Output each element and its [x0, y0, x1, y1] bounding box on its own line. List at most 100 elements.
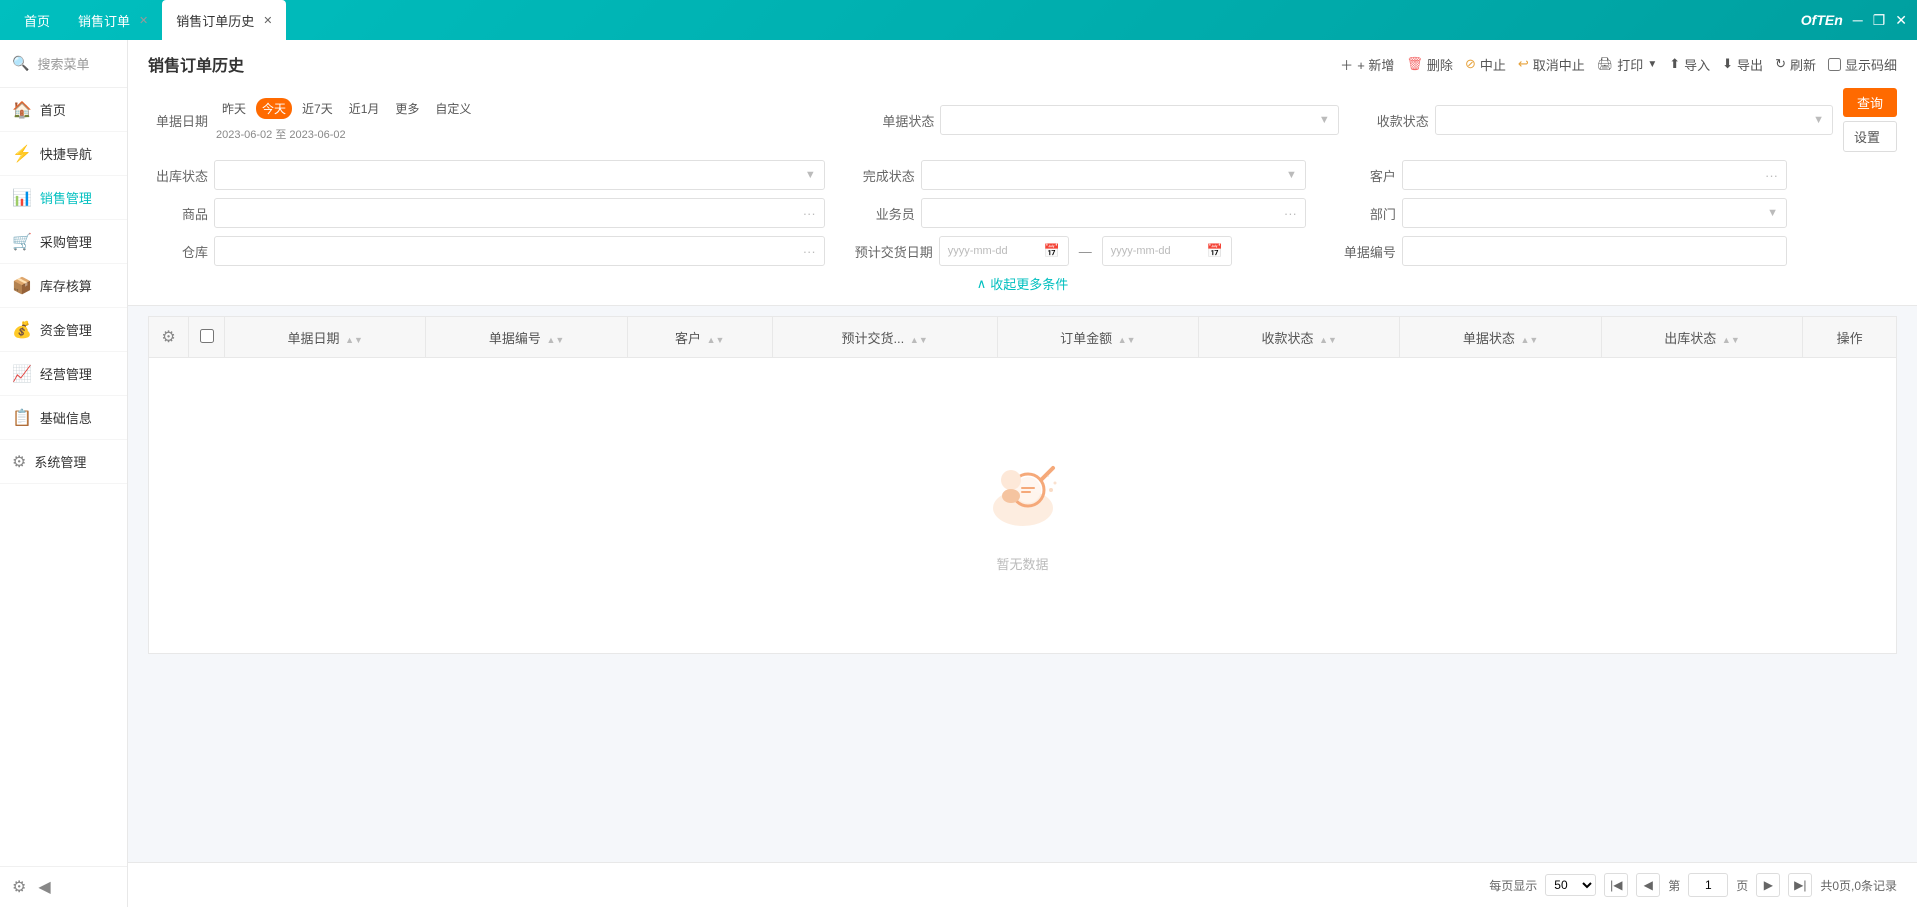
sidebar-item-sales[interactable]: 📊 销售管理	[0, 176, 127, 220]
th-checkbox[interactable]	[189, 317, 225, 358]
date-tab-more[interactable]: 更多	[389, 98, 425, 119]
th-delivery-date[interactable]: 预计交货... ▲▼	[772, 317, 997, 358]
first-page-btn[interactable]: |◀	[1604, 873, 1628, 897]
warehouse-select[interactable]: ···	[214, 236, 825, 266]
customer-select[interactable]: ···	[1402, 160, 1787, 190]
tab-home[interactable]: 首页	[10, 0, 64, 40]
sales-icon: 📊	[12, 188, 32, 208]
display-cols-toggle[interactable]: 显示码细	[1828, 55, 1897, 74]
sidebar: 🔍 搜索菜单 🏠 首页 ⚡ 快捷导航 📊 销售管理 🛒 采购管理 📦 库存核算 …	[0, 40, 128, 907]
tab-sales-order-close[interactable]: ✕	[139, 14, 148, 27]
th-bill-no[interactable]: 单据编号 ▲▼	[426, 317, 627, 358]
settings-filter-btn[interactable]: 设置	[1843, 121, 1897, 152]
cancel-stop-btn[interactable]: ↩ 取消中止	[1518, 55, 1585, 74]
last-page-btn[interactable]: ▶|	[1788, 873, 1812, 897]
import-btn[interactable]: ⬆ 导入	[1669, 55, 1710, 74]
finance-icon: 💰	[12, 320, 32, 340]
print-arrow-icon: ▼	[1647, 59, 1657, 70]
bill-no-input[interactable]	[1402, 236, 1787, 266]
sort-out-status-icon[interactable]: ▲▼	[1722, 335, 1740, 345]
th-out-status[interactable]: 出库状态 ▲▼	[1601, 317, 1802, 358]
tab-sales-order-history[interactable]: 销售订单历史 ✕	[162, 0, 286, 40]
date-tab-yesterday[interactable]: 昨天	[216, 98, 252, 119]
query-btn[interactable]: 查询	[1843, 88, 1897, 117]
sidebar-item-purchase[interactable]: 🛒 采购管理	[0, 220, 127, 264]
restore-btn[interactable]: ❐	[1873, 12, 1886, 29]
sidebar-item-system[interactable]: ⚙ 系统管理	[0, 440, 127, 484]
stop-icon: ⊘	[1465, 56, 1476, 72]
collapse-sidebar-icon[interactable]: ◀	[38, 877, 50, 897]
settings-bottom-icon[interactable]: ⚙	[12, 877, 26, 897]
th-bill-status[interactable]: 单据状态 ▲▼	[1400, 317, 1601, 358]
date-tabs: 昨天 今天 近7天 近1月 更多 自定义	[216, 98, 477, 119]
sidebar-bottom: ⚙ ◀	[0, 866, 127, 907]
sort-payment-status-icon[interactable]: ▲▼	[1319, 335, 1337, 345]
date-tab-custom[interactable]: 自定义	[429, 98, 477, 119]
sidebar-item-inventory[interactable]: 📦 库存核算	[0, 264, 127, 308]
next-page-btn[interactable]: ▶	[1756, 873, 1780, 897]
sidebar-item-operations[interactable]: 📈 经营管理	[0, 352, 127, 396]
sidebar-search[interactable]: 🔍 搜索菜单	[0, 40, 127, 88]
sidebar-item-quick-nav[interactable]: ⚡ 快捷导航	[0, 132, 127, 176]
delivery-date-end[interactable]: yyyy-mm-dd 📅	[1102, 236, 1232, 266]
sort-bill-status-icon[interactable]: ▲▼	[1521, 335, 1539, 345]
sort-bill-date-icon[interactable]: ▲▼	[345, 335, 363, 345]
minimize-btn[interactable]: ─	[1853, 12, 1863, 28]
salesperson-ellipsis: ···	[1284, 206, 1297, 221]
filter-out-status: 出库状态 ▼	[148, 160, 825, 190]
filter-customer: 客户 ···	[1336, 160, 1787, 190]
page-size-select[interactable]: 10 20 50 100	[1545, 874, 1596, 896]
date-tab-1month[interactable]: 近1月	[343, 98, 386, 119]
table-settings-icon[interactable]: ⚙	[161, 329, 175, 346]
sort-order-amount-icon[interactable]: ▲▼	[1118, 335, 1136, 345]
filter-bill-status: 单据状态 ▼	[874, 105, 1338, 135]
delete-btn[interactable]: 🗑 删除	[1406, 55, 1453, 74]
goods-select[interactable]: ···	[214, 198, 825, 228]
print-btn[interactable]: 🖨 打印 ▼	[1597, 55, 1657, 74]
close-btn[interactable]: ✕	[1895, 12, 1907, 29]
date-tab-7days[interactable]: 近7天	[296, 98, 339, 119]
bill-status-select[interactable]: ▼	[940, 105, 1338, 135]
complete-status-select[interactable]: ▼	[921, 160, 1306, 190]
delivery-date-start-text: yyyy-mm-dd	[948, 245, 1008, 257]
th-bill-date[interactable]: 单据日期 ▲▼	[225, 317, 426, 358]
out-status-select[interactable]: ▼	[214, 160, 825, 190]
filter-row-2: 出库状态 ▼ 完成状态 ▼ 客户	[148, 160, 1897, 190]
salesperson-label: 业务员	[855, 204, 915, 223]
tab-sales-order[interactable]: 销售订单 ✕	[64, 0, 162, 40]
page-title: 销售订单历史	[148, 52, 244, 76]
collapse-filters-btn[interactable]: ∧ 收起更多条件	[148, 270, 1897, 297]
prev-page-btn[interactable]: ◀	[1636, 873, 1660, 897]
table-area: ⚙ 单据日期 ▲▼ 单据编号 ▲▼	[128, 306, 1917, 862]
refresh-btn[interactable]: ↻ 刷新	[1775, 55, 1816, 74]
payment-status-arrow: ▼	[1813, 114, 1824, 126]
department-arrow: ▼	[1767, 207, 1778, 219]
th-settings[interactable]: ⚙	[149, 317, 189, 358]
filter-bill-no: 单据编号	[1336, 236, 1787, 266]
new-btn[interactable]: ＋ + 新增	[1340, 55, 1394, 74]
sort-delivery-date-icon[interactable]: ▲▼	[910, 335, 928, 345]
delivery-date-end-text: yyyy-mm-dd	[1111, 245, 1171, 257]
department-select[interactable]: ▼	[1402, 198, 1787, 228]
sidebar-item-finance[interactable]: 💰 资金管理	[0, 308, 127, 352]
sidebar-item-basic-info[interactable]: 📋 基础信息	[0, 396, 127, 440]
payment-status-select[interactable]: ▼	[1435, 105, 1833, 135]
display-cols-checkbox[interactable]	[1828, 58, 1841, 71]
sort-bill-no-icon[interactable]: ▲▼	[547, 335, 565, 345]
page-number-input[interactable]	[1688, 873, 1728, 897]
th-payment-status[interactable]: 收款状态 ▲▼	[1199, 317, 1400, 358]
toolbar: ＋ + 新增 🗑 删除 ⊘ 中止 ↩ 取消中止	[1340, 55, 1897, 74]
salesperson-select[interactable]: ···	[921, 198, 1306, 228]
th-order-amount[interactable]: 订单金额 ▲▼	[997, 317, 1198, 358]
export-btn[interactable]: ⬇ 导出	[1722, 55, 1763, 74]
date-tab-today[interactable]: 今天	[256, 98, 292, 119]
calendar-icon-2: 📅	[1207, 243, 1223, 259]
table-header-row: ⚙ 单据日期 ▲▼ 单据编号 ▲▼	[149, 317, 1897, 358]
select-all-checkbox[interactable]	[200, 329, 214, 343]
delivery-date-start[interactable]: yyyy-mm-dd 📅	[939, 236, 1069, 266]
sidebar-item-home[interactable]: 🏠 首页	[0, 88, 127, 132]
th-customer[interactable]: 客户 ▲▼	[627, 317, 772, 358]
stop-btn[interactable]: ⊘ 中止	[1465, 55, 1506, 74]
sort-customer-icon[interactable]: ▲▼	[707, 335, 725, 345]
tab-sales-order-history-close[interactable]: ✕	[263, 14, 272, 27]
